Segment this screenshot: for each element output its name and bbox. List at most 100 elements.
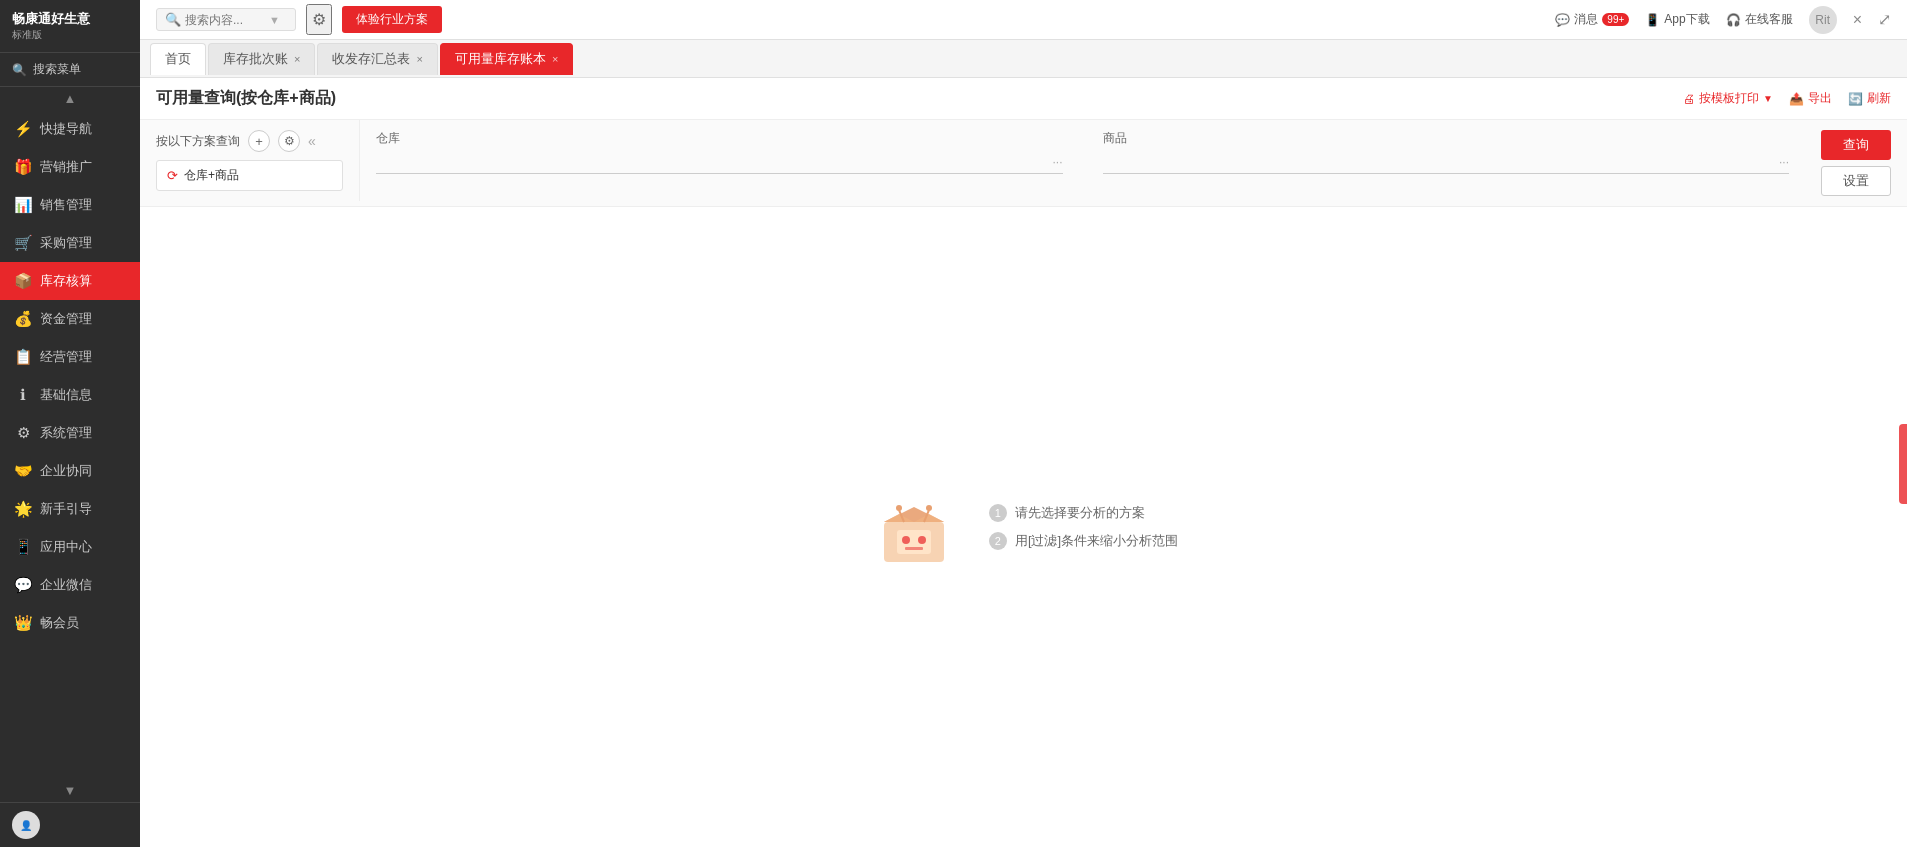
close-button[interactable]: × <box>1853 11 1862 29</box>
gear-icon: ⚙ <box>284 134 295 148</box>
sidebar-item-marketing[interactable]: 🎁 营销推广 <box>0 148 140 186</box>
sidebar-item-label: 采购管理 <box>40 234 92 252</box>
shortcut-icon: ⚡ <box>14 120 32 138</box>
tab-close-icon[interactable]: × <box>416 54 422 65</box>
print-button[interactable]: 🖨 按模板打印 ▼ <box>1683 90 1773 107</box>
sidebar-item-label: 销售管理 <box>40 196 92 214</box>
sidebar-item-label: 新手引导 <box>40 500 92 518</box>
scheme-item[interactable]: ⟳ 仓库+商品 <box>156 160 343 191</box>
trial-industry-button[interactable]: 体验行业方案 <box>342 6 442 33</box>
svg-rect-4 <box>897 530 931 554</box>
sidebar-item-membership[interactable]: 👑 畅会员 <box>0 604 140 642</box>
sidebar-nav: ⚡ 快捷导航 🎁 营销推广 📊 销售管理 🛒 采购管理 📦 库存核算 💰 资金管… <box>0 110 140 779</box>
tab-avail-stock[interactable]: 可用量库存账本 × <box>440 43 573 75</box>
filter-btns-col: 查询 设置 <box>1805 120 1907 206</box>
headset-icon: 🎧 <box>1726 13 1741 27</box>
right-scrollbar[interactable] <box>1899 424 1907 504</box>
chevron-down-icon[interactable]: ▼ <box>1763 93 1773 104</box>
topbar-right: 💬 消息 99+ 📱 App下载 🎧 在线客服 Rit × ⤢ <box>1555 6 1891 34</box>
sidebar-scroll-up[interactable]: ▲ <box>0 87 140 110</box>
star-icon: 🌟 <box>14 500 32 518</box>
goods-filter-field: 商品 ··· <box>1103 130 1790 174</box>
user-icon: Rit <box>1815 13 1830 27</box>
sidebar-item-label: 企业协同 <box>40 462 92 480</box>
warehouse-input-row: ··· <box>376 151 1063 174</box>
app-logo: 畅康通好生意 标准版 <box>0 0 140 53</box>
sidebar-item-label: 基础信息 <box>40 386 92 404</box>
sidebar-item-onboarding[interactable]: 🌟 新手引导 <box>0 490 140 528</box>
tip-item-1: 1 请先选择要分析的方案 <box>989 504 1178 522</box>
tab-close-icon[interactable]: × <box>294 54 300 65</box>
topbar-gear-button[interactable]: ⚙ <box>306 4 332 35</box>
sidebar-scroll-down[interactable]: ▼ <box>0 779 140 802</box>
sidebar-item-inventory[interactable]: 📦 库存核算 <box>0 262 140 300</box>
sidebar-item-app-center[interactable]: 📱 应用中心 <box>0 528 140 566</box>
cart-icon: 🛒 <box>14 234 32 252</box>
sidebar-item-label: 系统管理 <box>40 424 92 442</box>
sidebar-user-area[interactable]: 👤 <box>0 802 140 847</box>
sidebar-item-sales[interactable]: 📊 销售管理 <box>0 186 140 224</box>
sidebar-item-system[interactable]: ⚙ 系统管理 <box>0 414 140 452</box>
svg-point-9 <box>896 505 902 511</box>
page-header-actions: 🖨 按模板打印 ▼ 📤 导出 🔄 刷新 <box>1683 90 1891 107</box>
message-icon: 💬 <box>1555 13 1570 27</box>
sidebar-item-operations[interactable]: 📋 经营管理 <box>0 338 140 376</box>
empty-state: 1 请先选择要分析的方案 2 用[过滤]条件来缩小分析范围 <box>140 207 1907 847</box>
tab-close-icon[interactable]: × <box>552 54 558 65</box>
filter-label: 按以下方案查询 <box>156 133 240 150</box>
online-service-label: 在线客服 <box>1745 11 1793 28</box>
tab-home[interactable]: 首页 <box>150 43 206 75</box>
export-button[interactable]: 📤 导出 <box>1789 90 1832 107</box>
topbar-search-input[interactable] <box>185 13 265 27</box>
sidebar-item-finance[interactable]: 💰 资金管理 <box>0 300 140 338</box>
app-download-button[interactable]: 📱 App下载 <box>1645 11 1709 28</box>
message-label: 消息 <box>1574 11 1598 28</box>
scheme-settings-button[interactable]: ⚙ <box>278 130 300 152</box>
money-icon: 💰 <box>14 310 32 328</box>
refresh-label: 刷新 <box>1867 90 1891 107</box>
settings-button[interactable]: 设置 <box>1821 166 1891 196</box>
tip-text-2: 用[过滤]条件来缩小分析范围 <box>1015 532 1178 550</box>
chevron-down-icon: ▼ <box>64 783 77 798</box>
tab-label: 首页 <box>165 50 191 68</box>
chevron-down-icon[interactable]: ▼ <box>269 14 280 26</box>
sidebar-item-enterprise[interactable]: 🤝 企业协同 <box>0 452 140 490</box>
tab-recv-account[interactable]: 收发存汇总表 × <box>317 43 437 75</box>
tip-text-1: 请先选择要分析的方案 <box>1015 504 1145 522</box>
print-icon: 🖨 <box>1683 92 1695 106</box>
sidebar-item-wechat[interactable]: 💬 企业微信 <box>0 566 140 604</box>
collapse-button[interactable]: « <box>308 133 316 149</box>
mobile-icon: 📱 <box>14 538 32 556</box>
add-scheme-button[interactable]: + <box>248 130 270 152</box>
page-title: 可用量查询(按仓库+商品) <box>156 88 336 109</box>
goods-label: 商品 <box>1103 130 1790 147</box>
goods-more-button[interactable]: ··· <box>1779 155 1789 169</box>
refresh-icon: 🔄 <box>1848 92 1863 106</box>
crown-icon: 👑 <box>14 614 32 632</box>
print-label: 按模板打印 <box>1699 90 1759 107</box>
warehouse-more-button[interactable]: ··· <box>1052 155 1062 169</box>
goods-input[interactable] <box>1103 155 1775 169</box>
refresh-button[interactable]: 🔄 刷新 <box>1848 90 1891 107</box>
warehouse-input[interactable] <box>376 155 1048 169</box>
tip-number-1: 1 <box>989 504 1007 522</box>
sidebar-item-shortcut[interactable]: ⚡ 快捷导航 <box>0 110 140 148</box>
topbar-search[interactable]: 🔍 ▼ <box>156 8 296 31</box>
tab-label: 可用量库存账本 <box>455 50 546 68</box>
user-avatar[interactable]: Rit <box>1809 6 1837 34</box>
tab-label: 库存批次账 <box>223 50 288 68</box>
sidebar-item-label: 企业微信 <box>40 576 92 594</box>
query-button[interactable]: 查询 <box>1821 130 1891 160</box>
expand-button[interactable]: ⤢ <box>1878 10 1891 29</box>
online-service-button[interactable]: 🎧 在线客服 <box>1726 11 1793 28</box>
tab-batch-account[interactable]: 库存批次账 × <box>208 43 315 75</box>
message-button[interactable]: 💬 消息 99+ <box>1555 11 1629 28</box>
info-icon: ℹ <box>14 386 32 404</box>
sidebar-item-search[interactable]: 🔍 搜索菜单 <box>0 53 140 87</box>
scheme-icon: ⟳ <box>167 168 178 183</box>
message-badge: 99+ <box>1602 13 1629 26</box>
tip-number-2: 2 <box>989 532 1007 550</box>
sidebar-item-purchase[interactable]: 🛒 采购管理 <box>0 224 140 262</box>
sidebar-item-basic-info[interactable]: ℹ 基础信息 <box>0 376 140 414</box>
warehouse-filter-field: 仓库 ··· <box>376 130 1063 174</box>
